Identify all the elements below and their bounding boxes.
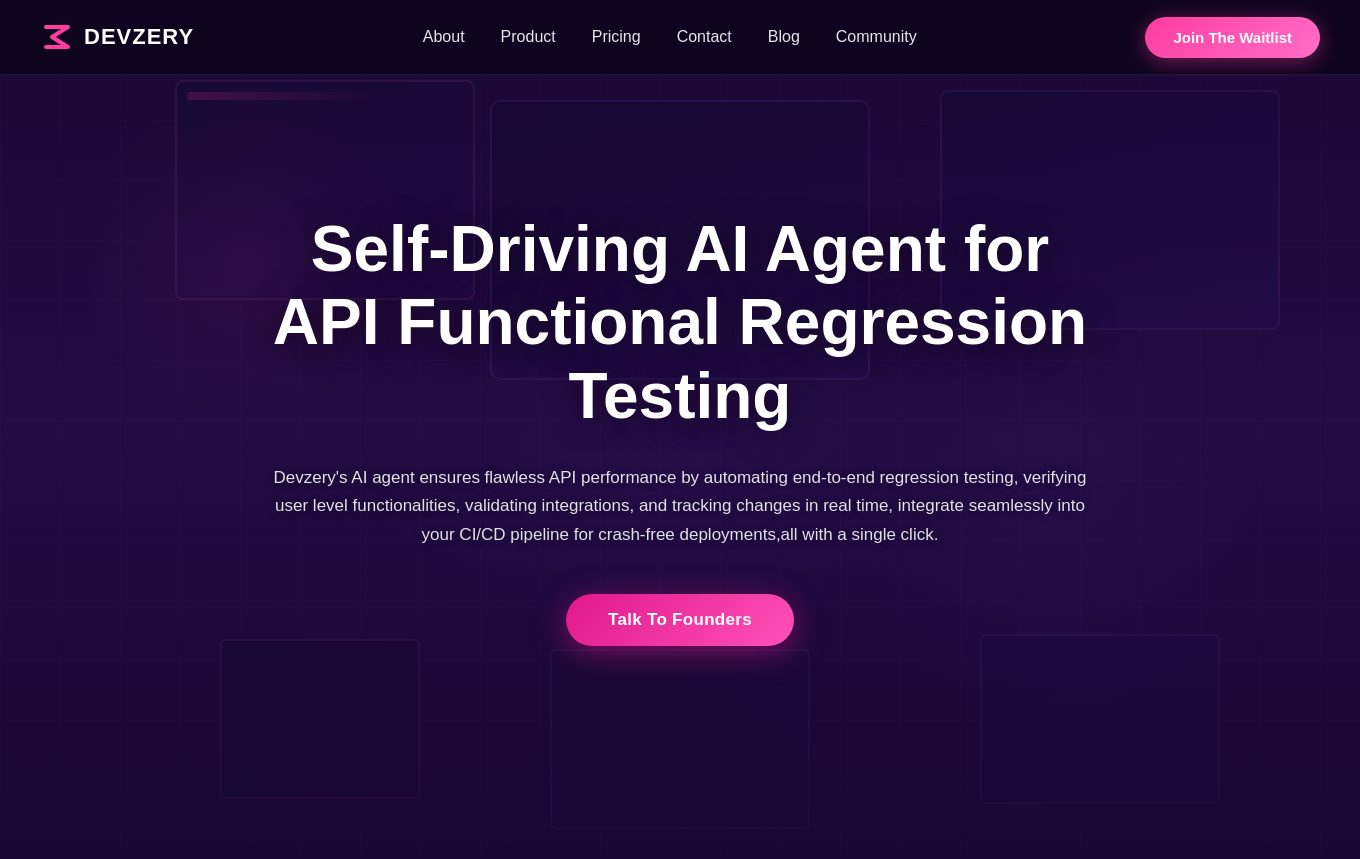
join-waitlist-button[interactable]: Join The Waitlist <box>1145 17 1320 58</box>
nav-item-product[interactable]: Product <box>501 28 556 46</box>
nav-item-blog[interactable]: Blog <box>768 28 800 46</box>
nav-link-community[interactable]: Community <box>836 28 917 45</box>
nav-link-blog[interactable]: Blog <box>768 28 800 45</box>
logo-text: DEVZERY <box>84 24 194 50</box>
hero-content: Self-Driving AI Agent for API Functional… <box>230 213 1130 646</box>
nav-item-pricing[interactable]: Pricing <box>592 28 641 46</box>
logo[interactable]: DEVZERY <box>40 19 194 55</box>
nav-item-contact[interactable]: Contact <box>677 28 732 46</box>
nav-item-about[interactable]: About <box>423 28 465 46</box>
svg-rect-0 <box>40 19 76 55</box>
devzery-logo-icon <box>40 19 76 55</box>
nav-item-community[interactable]: Community <box>836 28 917 46</box>
hero-title: Self-Driving AI Agent for API Functional… <box>270 213 1090 434</box>
nav-links: About Product Pricing Contact Blog Commu… <box>423 28 917 46</box>
hero-section: Self-Driving AI Agent for API Functional… <box>0 0 1360 859</box>
hero-description: Devzery's AI agent ensures flawless API … <box>270 464 1090 551</box>
navbar: DEVZERY About Product Pricing Contact Bl… <box>0 0 1360 75</box>
nav-link-about[interactable]: About <box>423 28 465 45</box>
nav-link-product[interactable]: Product <box>501 28 556 45</box>
talk-to-founders-button[interactable]: Talk To Founders <box>566 594 794 646</box>
nav-link-contact[interactable]: Contact <box>677 28 732 45</box>
nav-link-pricing[interactable]: Pricing <box>592 28 641 45</box>
